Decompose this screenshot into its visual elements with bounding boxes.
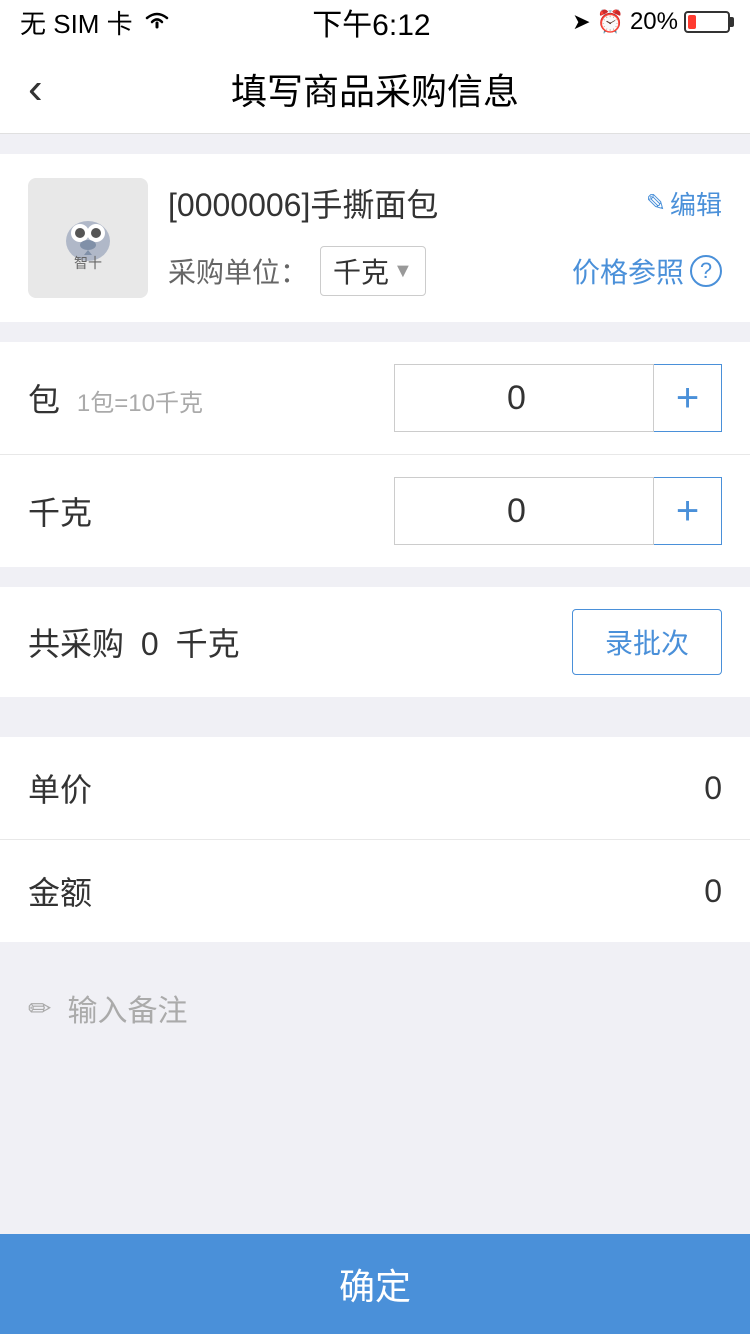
section-separator-1 [0,322,750,342]
nav-bar: ‹ 填写商品采购信息 [0,44,750,134]
carrier-text: 无 SIM 卡 [20,4,133,41]
kg-plus-button[interactable]: + [654,477,722,545]
bao-label-group: 包 1包=10千克 [28,375,203,421]
remark-section[interactable]: ✏ 输入备注 [0,962,750,1054]
alarm-icon: ⏰ [597,9,624,35]
edit-label: 编辑 [670,185,722,222]
input-section: 包 1包=10千克 + 千克 + [0,342,750,567]
unit-value: 千克 [333,251,389,291]
kg-input-row: 千克 + [0,455,750,567]
summary-unit: 千克 [176,626,240,662]
amount-value: 0 [704,873,722,910]
product-thumbnail: 智十 [28,178,148,298]
unit-select[interactable]: 千克 ▼ [320,246,426,296]
location-icon: ➤ [572,9,590,35]
edit-icon: ✎ [646,189,666,218]
battery-fill [688,15,696,29]
product-card: 智十 [0000006]手撕面包 ✎ 编辑 采购单位： 千克 ▼ 价格参照 [0,154,750,322]
amount-label: 金额 [28,868,92,914]
kg-input-right: + [394,477,722,545]
bao-label: 包 [28,382,60,418]
svg-text:智十: 智十 [74,255,102,271]
battery-percent: 20% [630,8,678,36]
battery-icon [684,11,730,33]
status-bar: 无 SIM 卡 下午6:12 ➤ ⏰ 20% [0,0,750,44]
summary-section: 共采购 0 千克 录批次 [0,587,750,697]
bao-sub-label: 1包=10千克 [77,390,203,417]
purchase-unit-row: 采购单位： 千克 ▼ 价格参照 ? [168,246,722,296]
status-time: 下午6:12 [312,0,430,44]
product-name-row: [0000006]手撕面包 ✎ 编辑 [168,180,722,226]
summary-row: 共采购 0 千克 录批次 [0,587,750,697]
bao-input-right: + [394,364,722,432]
kg-input[interactable] [394,477,654,545]
edit-link[interactable]: ✎ 编辑 [646,185,722,222]
unit-price-row: 单价 0 [0,737,750,840]
wifi-icon [143,7,171,38]
kg-label-group: 千克 [28,488,92,534]
summary-prefix: 共采购 [28,626,124,662]
section-separator-2 [0,697,750,717]
help-icon: ? [690,255,722,287]
remark-placeholder: 输入备注 [67,986,187,1030]
unit-price-label: 单价 [28,765,92,811]
info-section: 单价 0 金额 0 [0,737,750,942]
bao-input-row: 包 1包=10千克 + [0,342,750,455]
page-title: 填写商品采购信息 [231,63,519,115]
kg-label: 千克 [28,495,92,531]
status-left: 无 SIM 卡 [20,4,171,41]
product-logo: 智十 [48,198,128,278]
bao-plus-button[interactable]: + [654,364,722,432]
status-right: ➤ ⏰ 20% [572,8,730,36]
product-name: [0000006]手撕面包 [168,180,438,226]
price-ref-label: 价格参照 [572,251,684,291]
confirm-button[interactable]: 确定 [0,1234,750,1334]
pencil-icon: ✏ [28,992,51,1025]
product-info: [0000006]手撕面包 ✎ 编辑 采购单位： 千克 ▼ 价格参照 ? [168,180,722,296]
price-ref-link[interactable]: 价格参照 ? [572,251,722,291]
chevron-down-icon: ▼ [393,260,413,283]
back-button[interactable]: ‹ [28,64,43,114]
purchase-unit-label: 采购单位： [168,251,308,291]
bao-input[interactable] [394,364,654,432]
unit-price-value: 0 [704,770,722,807]
summary-amount: 0 [141,626,159,662]
amount-row: 金额 0 [0,840,750,942]
summary-text-group: 共采购 0 千克 [28,619,240,665]
batch-button[interactable]: 录批次 [572,609,722,675]
